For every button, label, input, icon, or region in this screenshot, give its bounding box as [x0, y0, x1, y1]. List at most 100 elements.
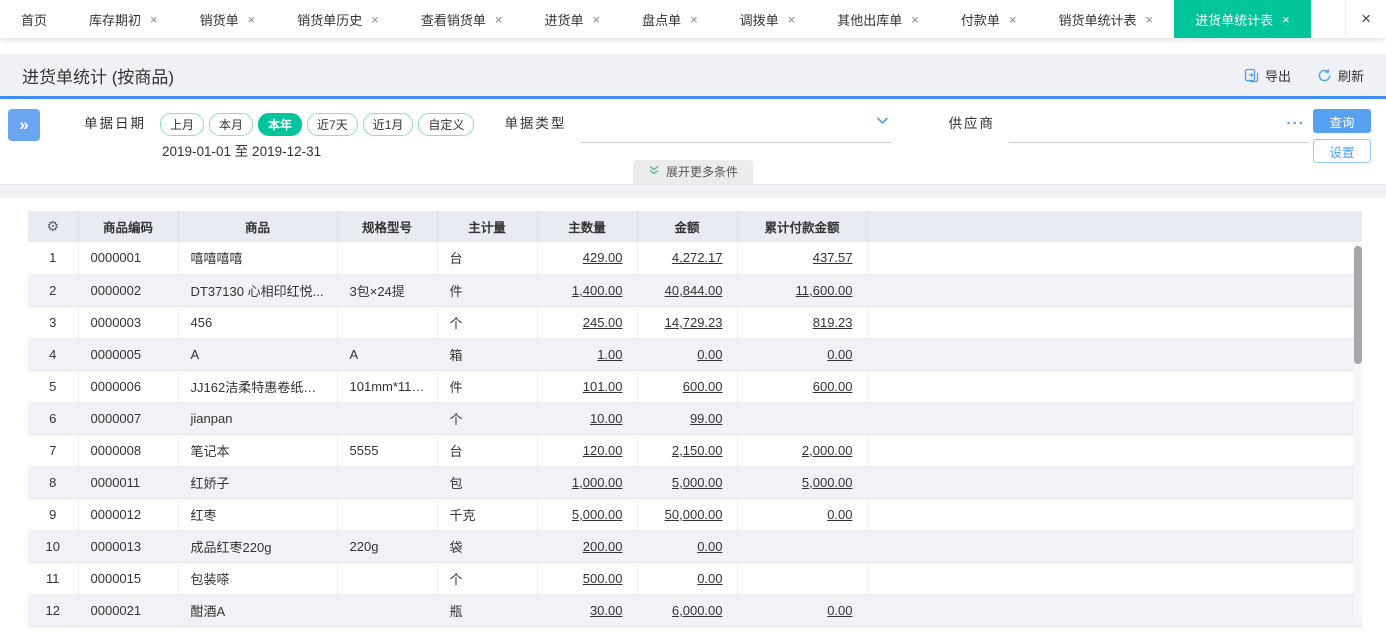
purchase-statistics-table: ⚙ 商品编码 商品 规格型号 主计量 主数量 金额 累计付款金额 1 0000001 嘻嘻嘻嘻台…: [28, 211, 1362, 627]
cell-paid-amount-link[interactable]: 437.57: [813, 250, 853, 265]
row-index: 9: [28, 498, 79, 531]
tab-item[interactable]: 付款单 ×: [940, 0, 1038, 38]
cell-amount-link[interactable]: 2,150.00: [672, 443, 723, 458]
query-button[interactable]: 查询: [1313, 109, 1371, 133]
tab-item[interactable]: 其他出库单 ×: [816, 0, 940, 38]
cell-paid-amount-link[interactable]: 819.23: [813, 315, 853, 330]
tab-label: 进货单统计表: [1195, 12, 1274, 28]
cell-amount-link[interactable]: 99.00: [690, 411, 723, 426]
cell-spec: [337, 242, 438, 275]
cell-quantity-link[interactable]: 101.00: [583, 379, 623, 394]
tab-item[interactable]: 进货单统计表 ×: [1174, 0, 1311, 38]
page-header: 进货单统计 (按商品) 导出 刷新: [0, 54, 1386, 96]
cell-quantity-link[interactable]: 30.00: [590, 603, 623, 618]
cell-amount-link[interactable]: 5,000.00: [672, 475, 723, 490]
column-header[interactable]: 商品: [178, 211, 338, 242]
expand-more-conditions-button[interactable]: 展开更多条件: [632, 160, 754, 184]
tab-close-icon[interactable]: ×: [495, 13, 503, 26]
cell-product-code: 0000006: [78, 370, 179, 403]
scrollbar-thumb[interactable]: [1354, 246, 1362, 364]
table-row: 11 0000015 包装嗏 个 500.00 0.00: [28, 562, 1362, 595]
cell-paid-amount-link[interactable]: 0.00: [827, 507, 852, 522]
cell-amount-link[interactable]: 4,272.17: [672, 250, 723, 265]
cell-spec: [337, 402, 438, 435]
tab-item[interactable]: 盘点单 ×: [621, 0, 719, 38]
tab-close-icon[interactable]: ×: [1009, 13, 1017, 26]
doc-type-select[interactable]: [580, 109, 893, 143]
cell-quantity-link[interactable]: 1.00: [597, 347, 622, 362]
cell-paid-amount-link[interactable]: 5,000.00: [802, 475, 853, 490]
cell-quantity-link[interactable]: 1,400.00: [572, 283, 623, 298]
cell-quantity-link[interactable]: 5,000.00: [572, 507, 623, 522]
cell-filler: [867, 498, 1362, 531]
tab-item[interactable]: 查看销货单 ×: [400, 0, 524, 38]
column-header[interactable]: 主数量: [537, 211, 638, 242]
cell-paid-amount-link[interactable]: 11,600.00: [796, 283, 853, 298]
table-scrollbar[interactable]: [1354, 243, 1362, 623]
tab-item[interactable]: 销货单统计表 ×: [1038, 0, 1175, 38]
cell-amount-link[interactable]: 0.00: [697, 571, 722, 586]
cell-paid-amount-link[interactable]: 2,000.00: [802, 443, 853, 458]
cell-quantity-link[interactable]: 429.00: [583, 250, 623, 265]
cell-amount-link[interactable]: 14,729.23: [665, 315, 723, 330]
cell-amount: 0.00: [637, 530, 738, 563]
column-header[interactable]: 金额: [637, 211, 738, 242]
tab-close-icon[interactable]: ×: [788, 13, 796, 26]
date-preset-pill[interactable]: 本月: [209, 112, 254, 136]
cell-quantity-link[interactable]: 245.00: [583, 315, 623, 330]
cell-amount-link[interactable]: 6,000.00: [672, 603, 723, 618]
date-range-value[interactable]: 2019-01-01 至 2019-12-31: [162, 140, 474, 160]
cell-amount-link[interactable]: 0.00: [697, 347, 722, 362]
cell-paid-amount-link[interactable]: 600.00: [813, 379, 853, 394]
expand-more-label: 展开更多条件: [665, 165, 739, 179]
export-button[interactable]: 导出: [1244, 66, 1291, 85]
column-header[interactable]: 累计付款金额: [737, 211, 868, 242]
cell-amount-link[interactable]: 600.00: [683, 379, 723, 394]
date-preset-pill[interactable]: 上月: [160, 112, 205, 136]
tab-close-icon[interactable]: ×: [1282, 13, 1290, 26]
settings-button[interactable]: 设置: [1313, 139, 1371, 163]
cell-quantity-link[interactable]: 120.00: [583, 443, 623, 458]
cell-amount-link[interactable]: 50,000.00: [665, 507, 723, 522]
supplier-filter-group: 供应商 ...: [948, 109, 1309, 143]
column-settings-button[interactable]: ⚙: [28, 211, 79, 242]
cell-amount-link[interactable]: 40,844.00: [665, 283, 723, 298]
column-header[interactable]: 主计量: [437, 211, 538, 242]
cell-paid-amount-link[interactable]: 0.00: [827, 603, 852, 618]
tab-close-icon[interactable]: ×: [690, 13, 698, 26]
cell-quantity-link[interactable]: 1,000.00: [572, 475, 623, 490]
cell-paid-amount: 600.00: [737, 370, 868, 403]
close-all-tabs-button[interactable]: ×: [1345, 0, 1386, 38]
cell-paid-amount: 5,000.00: [737, 466, 868, 499]
tab-close-icon[interactable]: ×: [592, 13, 600, 26]
date-preset-pill[interactable]: 自定义: [418, 112, 475, 136]
tab-item[interactable]: 销货单历史 ×: [276, 0, 400, 38]
date-preset-pill[interactable]: 近1月: [362, 112, 414, 136]
cell-filler: [867, 274, 1362, 307]
row-index: 2: [28, 274, 79, 307]
more-options-icon[interactable]: ...: [1286, 111, 1305, 128]
tab-item[interactable]: 调拨单 ×: [719, 0, 817, 38]
tab-close-icon[interactable]: ×: [1146, 13, 1154, 26]
cell-quantity-link[interactable]: 200.00: [583, 539, 623, 554]
cell-amount-link[interactable]: 0.00: [697, 539, 722, 554]
tab-close-icon[interactable]: ×: [248, 13, 256, 26]
cell-paid-amount-link[interactable]: 0.00: [827, 347, 852, 362]
collapse-filter-button[interactable]: »: [8, 109, 40, 141]
tab-close-icon[interactable]: ×: [911, 13, 919, 26]
tab-item[interactable]: 首页: [0, 0, 68, 38]
refresh-button[interactable]: 刷新: [1317, 66, 1364, 85]
tab-close-icon[interactable]: ×: [371, 13, 379, 26]
supplier-input[interactable]: ...: [1008, 109, 1309, 143]
tab-item[interactable]: 销货单 ×: [179, 0, 277, 38]
doc-type-filter-group: 单据类型: [504, 109, 893, 143]
tab-close-icon[interactable]: ×: [150, 13, 158, 26]
cell-quantity-link[interactable]: 10.00: [590, 411, 623, 426]
column-header[interactable]: 规格型号: [337, 211, 438, 242]
column-header[interactable]: 商品编码: [78, 211, 179, 242]
tab-item[interactable]: 库存期初 ×: [68, 0, 179, 38]
date-preset-pill[interactable]: 本年: [258, 112, 303, 136]
tab-item[interactable]: 进货单 ×: [523, 0, 621, 38]
cell-quantity-link[interactable]: 500.00: [583, 571, 623, 586]
date-preset-pill[interactable]: 近7天: [307, 112, 358, 136]
